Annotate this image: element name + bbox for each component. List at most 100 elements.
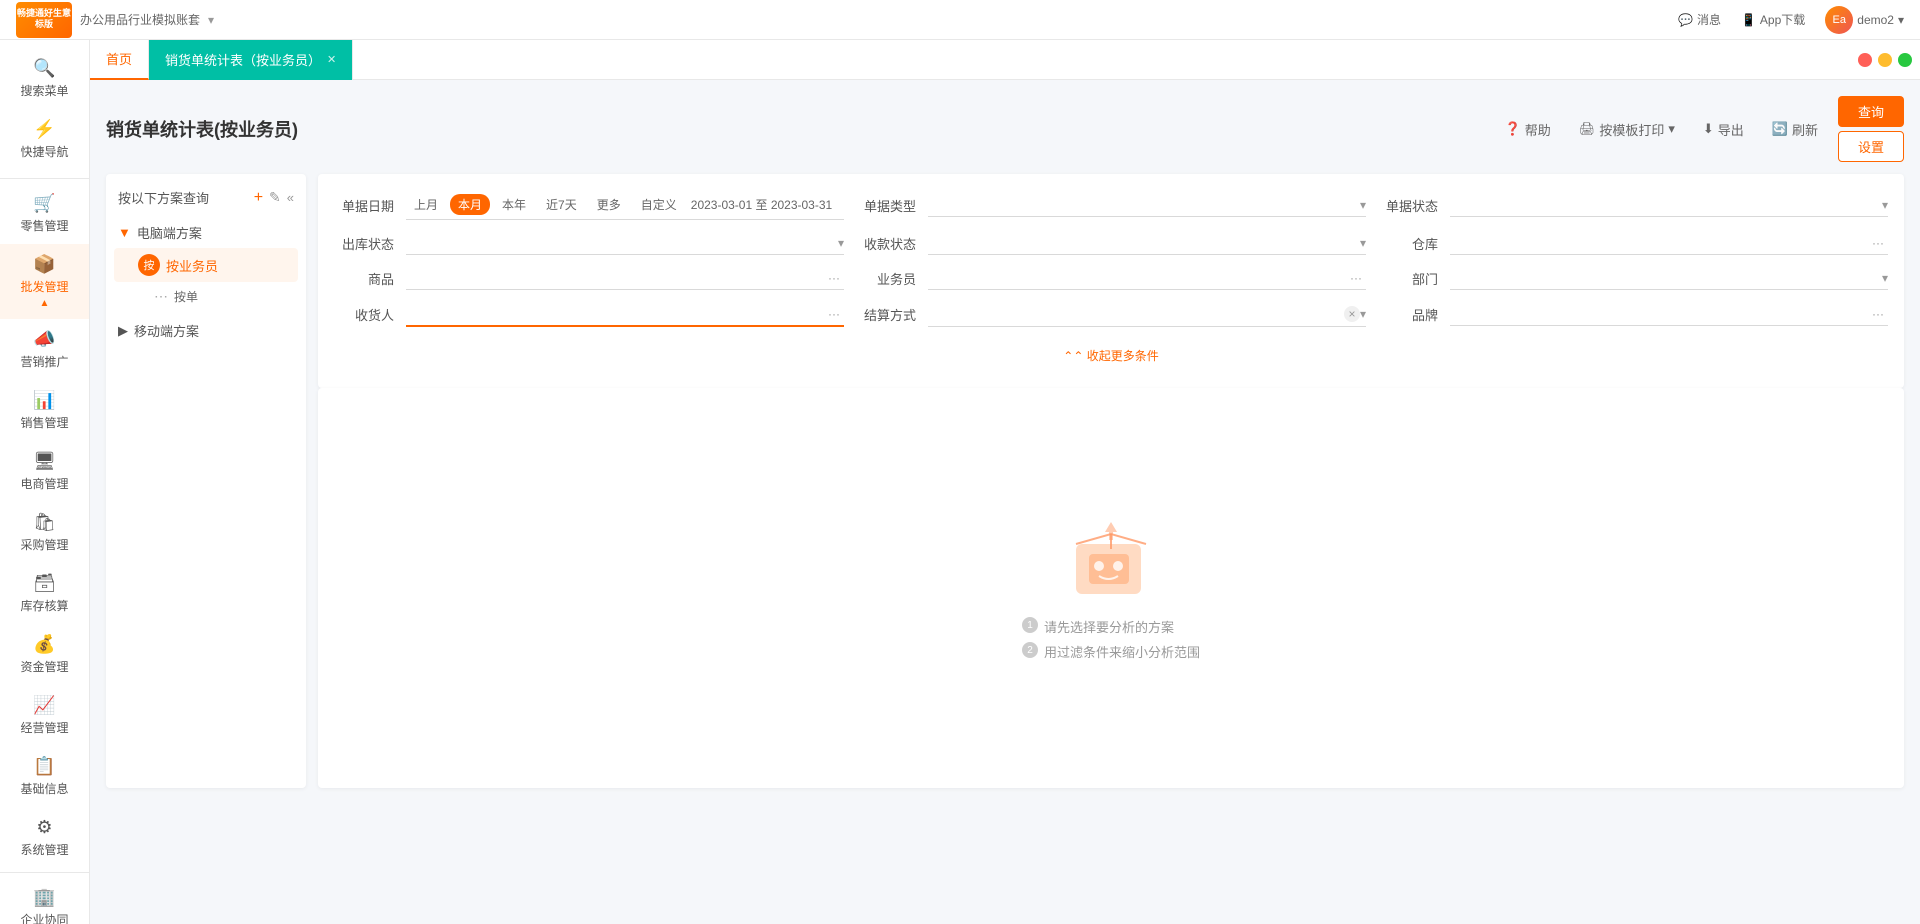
date-badge-this-year[interactable]: 本年 bbox=[494, 194, 534, 215]
outbound-dropdown-icon[interactable]: ▾ bbox=[838, 236, 844, 250]
warehouse-ellipsis-icon[interactable]: ··· bbox=[1868, 236, 1888, 250]
scheme-tools: + ✎ « bbox=[254, 189, 294, 207]
sidebar-item-ecommerce[interactable]: 🖥 电商管理 bbox=[0, 441, 89, 502]
marketing-icon: 📣 bbox=[33, 329, 55, 350]
help-icon: ❓ bbox=[1505, 121, 1521, 137]
sales-icon: 📊 bbox=[33, 390, 55, 411]
sidebar-item-purchase[interactable]: 🛍 采购管理 bbox=[0, 502, 89, 563]
empty-illustration bbox=[1051, 509, 1171, 609]
user-profile-button[interactable]: Ea demo2 ▾ bbox=[1825, 6, 1904, 34]
salesperson-ellipsis-icon[interactable]: ··· bbox=[1346, 271, 1366, 285]
query-button[interactable]: 查询 bbox=[1838, 96, 1904, 127]
refresh-button[interactable]: 🔄 刷新 bbox=[1764, 116, 1826, 143]
window-close-button[interactable]: ✕ bbox=[1858, 53, 1872, 67]
scheme-item-by-salesperson[interactable]: 按 按业务员 bbox=[114, 248, 298, 282]
right-content: 单据日期 上月 本月 本年 近7天 更多 自定义 20 bbox=[318, 174, 1904, 788]
doc-status-dropdown-icon[interactable]: ▾ bbox=[1882, 198, 1888, 212]
sidebar-nav: 🛒 零售管理 📦 批发管理 ▲ 📣 营销推广 📊 销售管理 🖥 电商管理 bbox=[0, 183, 89, 873]
sidebar-item-finance[interactable]: 💰 资金管理 bbox=[0, 624, 89, 685]
sidebar-item-inventory[interactable]: 🗃 库存核算 bbox=[0, 563, 89, 624]
doc-type-label: 单据类型 bbox=[856, 196, 916, 215]
tab-bar-actions: ✕ − ⛶ bbox=[1858, 53, 1920, 67]
scheme-subitem-by-order[interactable]: ⋯ 按单 bbox=[114, 282, 298, 311]
topbar-right: 💬 消息 📱 App下载 Ea demo2 ▾ bbox=[1678, 6, 1904, 34]
mobile-group-header[interactable]: ▶ 移动端方案 bbox=[114, 315, 298, 346]
sidebar-item-system[interactable]: ⚙ 系统管理 bbox=[0, 807, 89, 868]
date-badge-custom[interactable]: 自定义 bbox=[633, 194, 685, 215]
search-icon: 🔍 bbox=[33, 58, 55, 79]
date-badge-this-month[interactable]: 本月 bbox=[450, 194, 490, 215]
brand-ellipsis-icon[interactable]: ··· bbox=[1868, 307, 1888, 321]
sidebar-item-quick-nav[interactable]: ⚡ 快捷导航 bbox=[0, 109, 89, 170]
filter-row-1: 单据日期 上月 本月 本年 近7天 更多 自定义 20 bbox=[334, 190, 1888, 220]
pc-scheme-group: ▼ 电脑端方案 按 按业务员 ⋯ 按单 bbox=[114, 217, 298, 311]
message-button[interactable]: 💬 消息 bbox=[1678, 11, 1721, 28]
print-dropdown-icon: ▾ bbox=[1668, 121, 1675, 137]
salesperson-dot: 按 bbox=[138, 254, 160, 276]
message-icon: 💬 bbox=[1678, 13, 1693, 27]
department-label: 部门 bbox=[1378, 269, 1438, 288]
sidebar-item-wholesale[interactable]: 📦 批发管理 ▲ bbox=[0, 244, 89, 319]
pc-group-header[interactable]: ▼ 电脑端方案 bbox=[114, 217, 298, 248]
basic-info-icon: 📋 bbox=[33, 756, 55, 777]
refresh-icon: 🔄 bbox=[1772, 121, 1788, 137]
content-area: 首页 销货单统计表（按业务员） ✕ ✕ − ⛶ 销货单统计表(按业务员) bbox=[90, 40, 1920, 924]
sidebar-item-basic-info[interactable]: 📋 基础信息 bbox=[0, 746, 89, 807]
date-range-value: 2023-03-01 至 2023-03-31 bbox=[691, 196, 832, 213]
payment-method-clear-button[interactable]: × bbox=[1344, 306, 1360, 322]
receipt-dropdown-icon[interactable]: ▾ bbox=[1360, 236, 1366, 250]
date-badge-last-month[interactable]: 上月 bbox=[406, 194, 446, 215]
collapse-scheme-button[interactable]: « bbox=[287, 190, 294, 205]
template-print-button[interactable]: 🖨 按模板打印 ▾ bbox=[1571, 116, 1683, 143]
sidebar-item-retail[interactable]: 🛒 零售管理 bbox=[0, 183, 89, 244]
window-maximize-button[interactable]: ⛶ bbox=[1898, 53, 1912, 67]
enterprise-icon: 🏢 bbox=[33, 887, 55, 908]
receiver-ellipsis-icon[interactable]: ··· bbox=[824, 307, 844, 321]
receipt-label: 收款状态 bbox=[856, 234, 916, 253]
filter-row-3: 商品 ··· 业务员 ··· 部门 bbox=[334, 267, 1888, 290]
product-ellipsis-icon[interactable]: ··· bbox=[824, 271, 844, 285]
app-download-button[interactable]: 📱 App下载 bbox=[1741, 11, 1805, 28]
add-scheme-button[interactable]: + bbox=[254, 189, 263, 207]
scheme-panel: 按以下方案查询 + ✎ « ▼ 电脑端方案 按 bbox=[106, 174, 306, 788]
doc-type-dropdown-icon[interactable]: ▾ bbox=[1360, 198, 1366, 212]
date-badge-more[interactable]: 更多 bbox=[589, 194, 629, 215]
filter-panel: 单据日期 上月 本月 本年 近7天 更多 自定义 20 bbox=[318, 174, 1904, 388]
system-icon: ⚙ bbox=[36, 817, 52, 838]
edit-scheme-button[interactable]: ✎ bbox=[269, 189, 281, 206]
sidebar-item-search[interactable]: 🔍 搜索菜单 bbox=[0, 48, 89, 109]
collapse-icon: ⌃⌃ bbox=[1063, 349, 1086, 363]
tab-home[interactable]: 首页 bbox=[90, 40, 149, 80]
page-actions: ❓ 帮助 🖨 按模板打印 ▾ ⬇ 导出 🔄 刷新 bbox=[1497, 96, 1904, 162]
sub-icon: ⋯ bbox=[154, 288, 168, 305]
sidebar-item-sales[interactable]: 📊 销售管理 bbox=[0, 380, 89, 441]
main-split: 按以下方案查询 + ✎ « ▼ 电脑端方案 按 bbox=[106, 174, 1904, 788]
wholesale-icon: 📦 bbox=[33, 254, 55, 275]
settings-button[interactable]: 设置 bbox=[1838, 131, 1904, 162]
tab-bar: 首页 销货单统计表（按业务员） ✕ ✕ − ⛶ bbox=[90, 40, 1920, 80]
department-dropdown-icon[interactable]: ▾ bbox=[1882, 271, 1888, 285]
print-icon: 🖨 bbox=[1579, 121, 1596, 137]
receiver-label: 收货人 bbox=[334, 305, 394, 324]
sidebar-item-enterprise[interactable]: 🏢 企业协同 bbox=[16, 877, 72, 924]
tab-close-icon[interactable]: ✕ bbox=[327, 53, 336, 66]
date-shortcuts: 上月 本月 本年 近7天 更多 自定义 bbox=[406, 194, 685, 215]
window-minimize-button[interactable]: − bbox=[1878, 53, 1892, 67]
sidebar-item-operations[interactable]: 📈 经营管理 bbox=[0, 685, 89, 746]
tab-sales-stat[interactable]: 销货单统计表（按业务员） ✕ bbox=[149, 40, 353, 80]
salesperson-label: 业务员 bbox=[856, 269, 916, 288]
page-content: 销货单统计表(按业务员) ❓ 帮助 🖨 按模板打印 ▾ ⬇ 导出 bbox=[90, 80, 1920, 924]
dropdown-arrow-icon[interactable]: ▾ bbox=[208, 13, 214, 27]
empty-step-1: 1 请先选择要分析的方案 bbox=[1022, 617, 1200, 636]
export-button[interactable]: ⬇ 导出 bbox=[1695, 116, 1752, 143]
empty-state: 1 请先选择要分析的方案 2 用过滤条件来缩小分析范围 bbox=[318, 388, 1904, 788]
date-badge-7days[interactable]: 近7天 bbox=[538, 194, 585, 215]
pc-expand-icon: ▼ bbox=[118, 225, 131, 240]
sidebar-item-marketing[interactable]: 📣 营销推广 bbox=[0, 319, 89, 380]
help-button[interactable]: ❓ 帮助 bbox=[1497, 116, 1559, 143]
payment-method-dropdown-icon[interactable]: ▾ bbox=[1360, 307, 1366, 321]
payment-method-label: 结算方式 bbox=[856, 305, 916, 324]
date-label: 单据日期 bbox=[334, 196, 394, 215]
collapse-conditions-button[interactable]: ⌃⌃ 收起更多条件 bbox=[334, 339, 1888, 372]
filter-row-2: 出库状态 ▾ 收款状态 ▾ 仓库 bbox=[334, 232, 1888, 255]
